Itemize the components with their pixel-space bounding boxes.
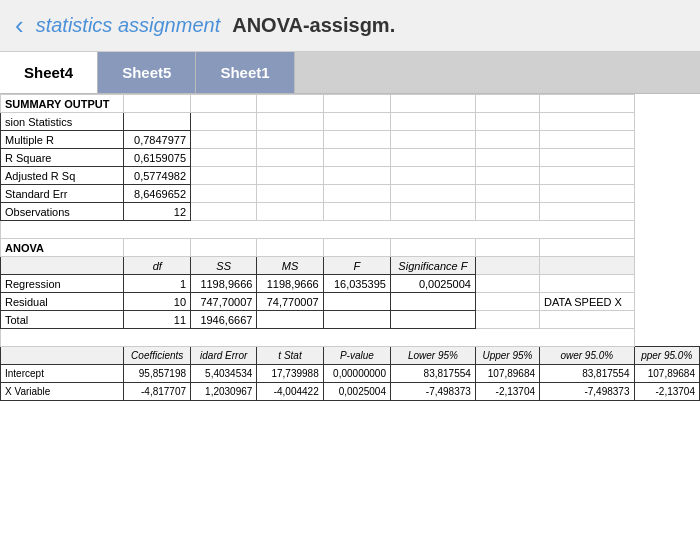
back-arrow[interactable]: ‹: [15, 10, 24, 41]
empty-row-2: [1, 329, 700, 347]
anova-residual-row: Residual 10 747,70007 74,770007 DATA SPE…: [1, 293, 700, 311]
table-row: Observations 12: [1, 203, 700, 221]
tab-sheet1[interactable]: Sheet1: [196, 52, 294, 93]
anova-regression-row: Regression 1 1198,9666 1198,9666 16,0353…: [1, 275, 700, 293]
spreadsheet: SUMMARY OUTPUT sion Statistics Multiple …: [0, 94, 700, 548]
table-row: Adjusted R Sq 0,5774982: [1, 167, 700, 185]
summary-output-label: SUMMARY OUTPUT: [1, 95, 124, 113]
regression-stats-label: sion Statistics: [1, 113, 124, 131]
table-row: Multiple R 0,7847977: [1, 131, 700, 149]
anova-label-row: ANOVA: [1, 239, 700, 257]
data-speed-label: DATA SPEED X: [540, 293, 634, 311]
header: ‹ statistics assignment ANOVA-assisgm.: [0, 0, 700, 52]
anova-header-row: df SS MS F Significance F: [1, 257, 700, 275]
anova-label: ANOVA: [1, 239, 124, 257]
main-table: SUMMARY OUTPUT sion Statistics Multiple …: [0, 94, 700, 401]
summary-output-row: SUMMARY OUTPUT: [1, 95, 700, 113]
intercept-row: Intercept 95,857198 5,4034534 17,739988 …: [1, 365, 700, 383]
table-row: Standard Err 8,6469652: [1, 185, 700, 203]
tab-sheet4[interactable]: Sheet4: [0, 52, 98, 93]
x-variable-row: X Variable -4,817707 1,2030967 -4,004422…: [1, 383, 700, 401]
tabs: Sheet4 Sheet5 Sheet1: [0, 52, 700, 94]
coeff-header-row: Coefficients idard Error t Stat P-value …: [1, 347, 700, 365]
tab-sheet5[interactable]: Sheet5: [98, 52, 196, 93]
table-row: R Square 0,6159075: [1, 149, 700, 167]
anova-total-row: Total 11 1946,6667: [1, 311, 700, 329]
regression-stats-label-row: sion Statistics: [1, 113, 700, 131]
header-title-file: ANOVA-assisgm.: [232, 14, 395, 37]
header-title-stats: statistics assignment: [36, 14, 221, 37]
empty-row: [1, 221, 700, 239]
